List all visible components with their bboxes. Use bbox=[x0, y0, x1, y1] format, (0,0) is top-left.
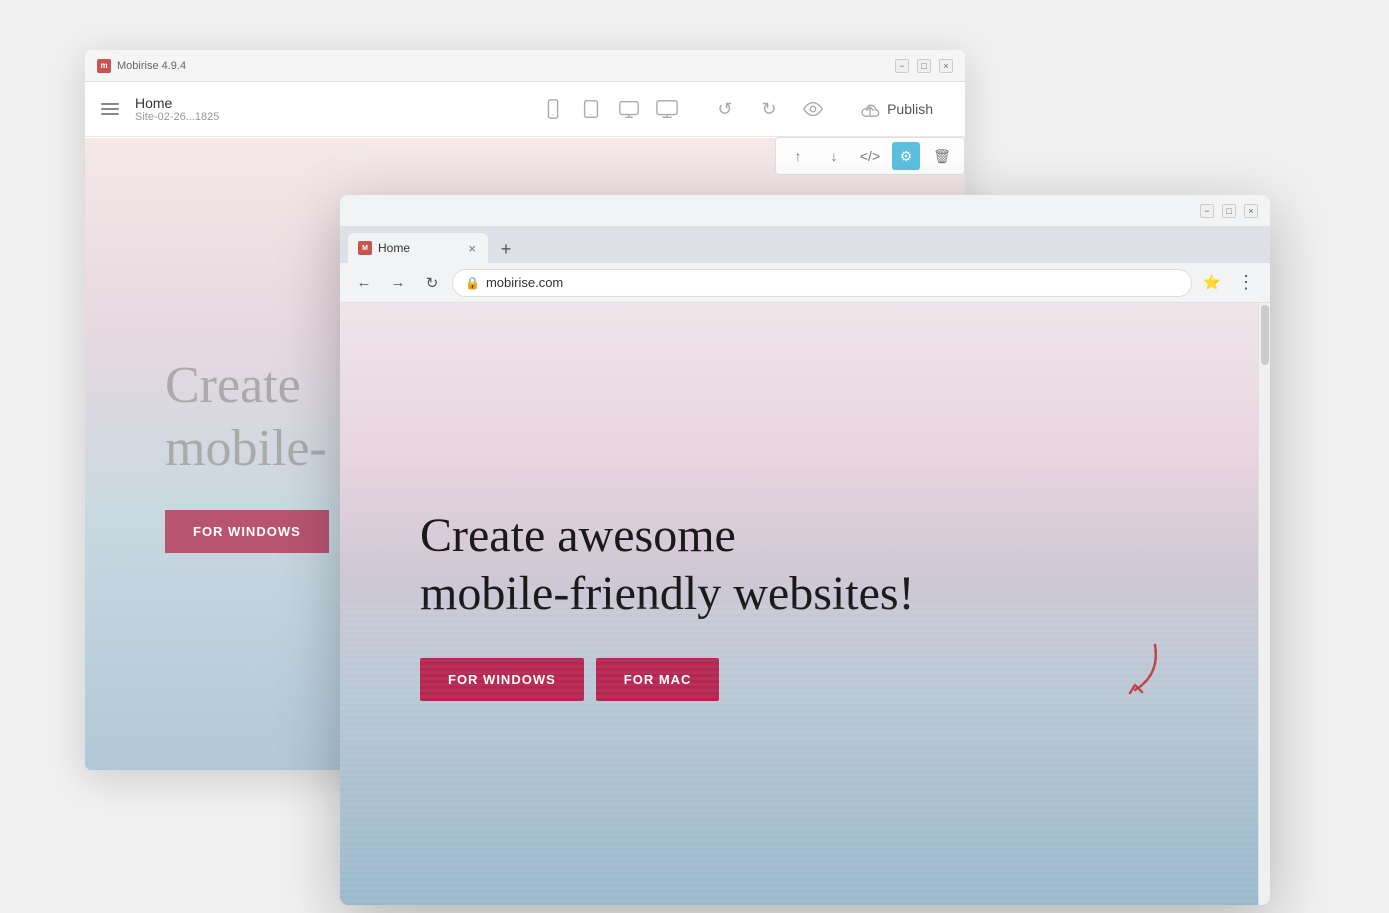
preview-button[interactable] bbox=[799, 95, 827, 123]
block-toolbar: ↑ ↓ </> ⚙ 🗑 bbox=[775, 137, 965, 175]
browser-scrollbar[interactable] bbox=[1258, 303, 1270, 905]
menu-line bbox=[101, 103, 119, 105]
publish-label: Publish bbox=[887, 101, 933, 117]
back-hero-windows-button[interactable]: FOR WINDOWS bbox=[165, 510, 329, 553]
new-tab-button[interactable]: + bbox=[492, 235, 520, 263]
extension-button[interactable]: ⭐ bbox=[1198, 269, 1226, 297]
site-name: Home bbox=[135, 95, 219, 111]
browser-minimize-button[interactable]: − bbox=[1200, 204, 1214, 218]
window-controls: − □ × bbox=[895, 59, 953, 73]
redo-button[interactable]: ↻ bbox=[755, 95, 783, 123]
delete-tool[interactable]: 🗑 bbox=[928, 142, 956, 170]
small-screen-device-button[interactable] bbox=[615, 95, 643, 123]
tab-label: Home bbox=[378, 241, 410, 255]
lock-icon: 🔒 bbox=[465, 276, 480, 290]
refresh-button[interactable]: ↻ bbox=[418, 269, 446, 297]
url-bar[interactable]: 🔒 mobirise.com bbox=[452, 269, 1192, 297]
back-hero-title: Create mobile- bbox=[165, 355, 327, 480]
toolbar-actions: ↺ ↻ Publish bbox=[711, 90, 949, 129]
browser-tab-home[interactable]: M Home × bbox=[348, 233, 488, 263]
download-tool[interactable]: ↓ bbox=[820, 142, 848, 170]
tablet-device-button[interactable] bbox=[577, 95, 605, 123]
back-nav-button[interactable]: ← bbox=[350, 269, 378, 297]
browser-titlebar: − □ × bbox=[340, 195, 1270, 227]
desktop-device-button[interactable] bbox=[653, 95, 681, 123]
hero-section: Create awesome mobile-friendly websites!… bbox=[340, 303, 1270, 905]
menu-line bbox=[101, 113, 119, 115]
browser-content: Create awesome mobile-friendly websites!… bbox=[340, 303, 1270, 905]
editor-titlebar: m Mobirise 4.9.4 − □ × bbox=[85, 50, 965, 82]
tab-close-button[interactable]: × bbox=[468, 241, 476, 256]
browser-addressbar: ← → ↻ 🔒 mobirise.com ⭐ ⋮ bbox=[340, 263, 1270, 303]
water-ripple-effect bbox=[340, 604, 1270, 905]
site-info: Home Site-02-26...1825 bbox=[135, 95, 219, 123]
close-button[interactable]: × bbox=[939, 59, 953, 73]
menu-line bbox=[101, 108, 119, 110]
browser-menu-button[interactable]: ⋮ bbox=[1232, 269, 1260, 297]
device-selector bbox=[539, 95, 681, 123]
site-id: Site-02-26...1825 bbox=[135, 111, 219, 123]
tab-favicon: M bbox=[358, 241, 372, 255]
url-text: mobirise.com bbox=[486, 275, 563, 290]
move-up-tool[interactable]: ↑ bbox=[784, 142, 812, 170]
maximize-button[interactable]: □ bbox=[917, 59, 931, 73]
settings-tool[interactable]: ⚙ bbox=[892, 142, 920, 170]
browser-tab-bar: M Home × + bbox=[340, 227, 1270, 263]
code-tool[interactable]: </> bbox=[856, 142, 884, 170]
undo-button[interactable]: ↺ bbox=[711, 95, 739, 123]
browser-window: − □ × M Home × + ← → ↻ 🔒 mobirise.com ⭐ … bbox=[340, 195, 1270, 905]
scrollbar-thumb[interactable] bbox=[1261, 305, 1269, 365]
minimize-button[interactable]: − bbox=[895, 59, 909, 73]
phone-device-button[interactable] bbox=[539, 95, 567, 123]
cloud-upload-icon bbox=[859, 96, 881, 123]
browser-window-controls: − □ × bbox=[1200, 204, 1258, 218]
browser-maximize-button[interactable]: □ bbox=[1222, 204, 1236, 218]
app-logo: m bbox=[97, 59, 111, 73]
menu-icon[interactable] bbox=[101, 103, 119, 115]
publish-button[interactable]: Publish bbox=[843, 90, 949, 129]
editor-toolbar: Home Site-02-26...1825 bbox=[85, 82, 965, 137]
app-title: Mobirise 4.9.4 bbox=[117, 60, 186, 72]
browser-close-button[interactable]: × bbox=[1244, 204, 1258, 218]
forward-nav-button[interactable]: → bbox=[384, 269, 412, 297]
